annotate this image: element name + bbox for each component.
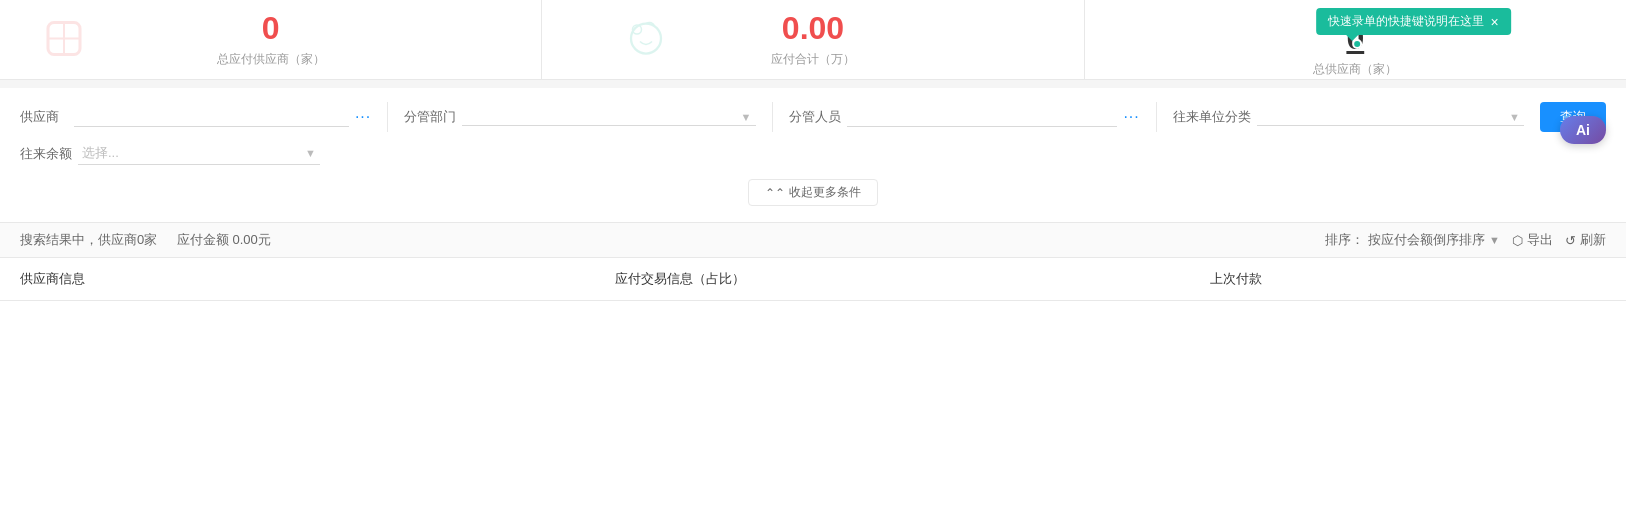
filter-person: 分管人员 ··· [789,107,1140,127]
department-select-arrow-icon: ▼ [741,111,752,123]
refresh-icon: ↺ [1565,233,1576,248]
person-more-button[interactable]: ··· [1123,108,1139,126]
ai-button[interactable]: Ai [1560,116,1606,144]
unit-category-arrow-icon: ▼ [1509,111,1520,123]
divider-3 [1156,102,1157,132]
sort-label: 排序： [1325,231,1364,249]
collapse-up-icon: ⌃⌃ [765,186,785,200]
tooltip-dot [1352,39,1362,49]
stat-payable-total: 0.00 应付合计（万） [542,0,1084,79]
results-bar-right: 排序： 按应付会额倒序排序 ▼ ⬡ 导出 ↺ 刷新 [1325,231,1606,249]
supplier-more-button[interactable]: ··· [355,108,371,126]
department-select[interactable]: ▼ [462,109,755,126]
col-header-payable-info: 应付交易信息（占比） [615,270,1210,288]
balance-label: 往来余额 [20,145,72,163]
divider-1 [387,102,388,132]
tooltip-close-button[interactable]: × [1490,15,1498,29]
collapse-row: ⌃⌃ 收起更多条件 [20,175,1606,214]
refresh-button[interactable]: ↺ 刷新 [1565,231,1606,249]
export-label: 导出 [1527,231,1553,249]
stat-label-payable-suppliers: 总应付供应商（家） [217,51,325,68]
diamond-icon [40,14,88,65]
stat-label-payable-total: 应付合计（万） [771,51,855,68]
table-header: 供应商信息 应付交易信息（占比） 上次付款 [0,258,1626,301]
col-header-supplier-info: 供应商信息 [20,270,615,288]
unit-category-select[interactable]: ▼ [1257,109,1524,126]
balance-select-text: 选择... [82,144,305,162]
supplier-input[interactable] [74,107,349,127]
divider-2 [772,102,773,132]
department-label: 分管部门 [404,108,456,126]
piggy-icon [622,14,670,65]
stat-label-total-suppliers: 总供应商（家） [1313,61,1397,78]
results-amount: 应付金额 0.00元 [177,232,271,247]
balance-arrow-icon: ▼ [305,147,316,159]
tooltip-bubble: 快速录单的快捷键说明在这里 × [1316,8,1510,35]
refresh-label: 刷新 [1580,231,1606,249]
stat-number-payable-suppliers: 0 [217,11,325,46]
person-input[interactable] [847,107,1118,127]
filter-area: 供应商 ··· 分管部门 ▼ 分管人员 ··· 往来单位分类 ▼ [0,88,1626,223]
results-summary: 搜索结果中，供应商0家 应付金额 0.00元 [20,231,271,249]
filter-row-1: 供应商 ··· 分管部门 ▼ 分管人员 ··· 往来单位分类 ▼ [20,102,1606,132]
collapse-label: 收起更多条件 [789,184,861,201]
stat-total-payable-suppliers: 0 总应付供应商（家） [0,0,542,79]
filter-department: 分管部门 ▼ [404,108,755,126]
balance-select[interactable]: 选择... ▼ [78,142,320,165]
person-label: 分管人员 [789,108,841,126]
tooltip-text: 快速录单的快捷键说明在这里 [1328,13,1484,30]
sort-value: 按应付会额倒序排序 [1368,231,1485,249]
col-header-last-payment: 上次付款 [1210,270,1607,288]
stat-number-payable-total: 0.00 [771,11,855,46]
filter-unit-category: 往来单位分类 ▼ [1173,108,1524,126]
sort-arrow-icon: ▼ [1489,234,1500,246]
filter-supplier: 供应商 ··· [20,107,371,127]
unit-category-label: 往来单位分类 [1173,108,1251,126]
collapse-button[interactable]: ⌃⌃ 收起更多条件 [748,179,878,206]
table-body [0,301,1626,515]
filter-row-2: 往来余额 选择... ▼ [20,142,1606,165]
supplier-label: 供应商 [20,108,68,126]
stats-bar: 0 总应付供应商（家） 0.00 应付合计（万） 快速录单的快捷键说明在这里 ×… [0,0,1626,80]
filter-balance: 往来余额 选择... ▼ [20,142,320,165]
results-bar: 搜索结果中，供应商0家 应付金额 0.00元 排序： 按应付会额倒序排序 ▼ ⬡… [0,223,1626,258]
results-supplier-count: 搜索结果中，供应商0家 [20,232,157,247]
export-icon: ⬡ [1512,233,1523,248]
svg-point-3 [631,23,661,53]
sort-select[interactable]: 排序： 按应付会额倒序排序 ▼ [1325,231,1500,249]
export-button[interactable]: ⬡ 导出 [1512,231,1553,249]
stat-total-suppliers: 快速录单的快捷键说明在这里 × 0 总供应商（家） [1085,0,1626,79]
